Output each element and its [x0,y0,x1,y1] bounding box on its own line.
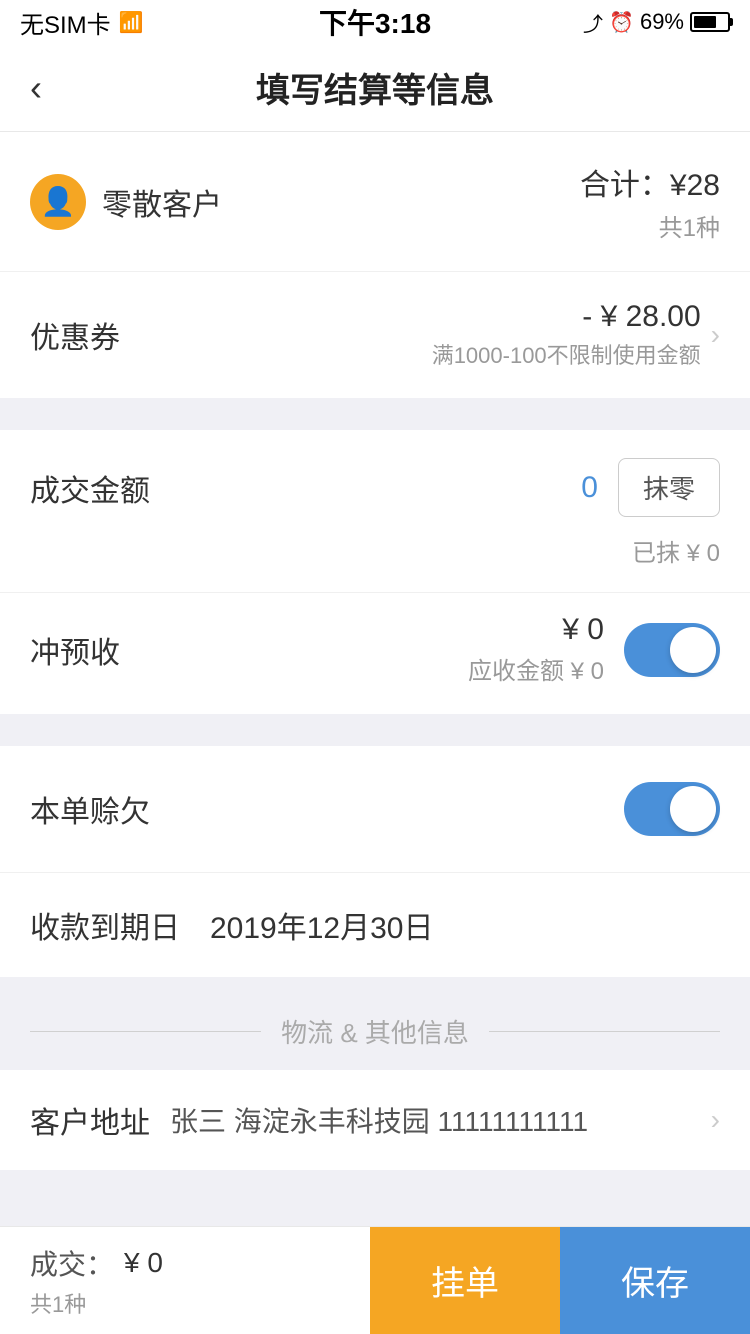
wifi-icon: 📶 [119,10,144,35]
customer-right: 合计：¥28 共1种 [580,160,720,243]
status-time: 下午3:18 [319,2,431,42]
back-button[interactable]: ‹ [30,57,52,119]
tx-label: 成交金额 [30,466,150,510]
advance-value: ¥ 0 [468,613,604,647]
bottom-deal: 成交： ¥ 0 [30,1243,340,1283]
advance-amounts: ¥ 0 应收金额 ¥ 0 [468,613,604,686]
coupon-amount-block: - ¥ 28.00 满1000-100不限制使用金额 [432,300,701,370]
coupon-row[interactable]: 优惠券 - ¥ 28.00 满1000-100不限制使用金额 › [0,271,750,398]
address-value: 张三 海淀永丰科技园 11111111111 [170,1100,711,1140]
transaction-section: 成交金额 0 抹零 已抹 ¥ 0 冲预收 ¥ 0 应收金额 ¥ 0 [0,430,750,714]
customer-left: 👤 零散客户 [30,174,222,230]
status-right: ⤴ ⏰ 69% [583,8,730,37]
bottom-count: 共1种 [30,1287,340,1319]
coupon-right: - ¥ 28.00 满1000-100不限制使用金额 › [432,300,720,370]
tx-amount-value[interactable]: 0 [581,471,598,505]
status-left: 无SIM卡 📶 [20,5,144,40]
coupon-label: 优惠券 [30,313,120,357]
coupon-chevron-icon: › [711,319,720,351]
alarm-icon: ⏰ [609,10,634,35]
due-date-label: 收款到期日 [30,903,180,947]
toggle-knob [670,627,716,673]
nav-title: 填写结算等信息 [256,63,494,112]
due-date-row: 收款到期日 2019年12月30日 [0,872,750,977]
customer-section: 👤 零散客户 合计：¥28 共1种 优惠券 - ¥ 28.00 满1000-10… [0,132,750,398]
save-button[interactable]: 保存 [560,1227,750,1334]
debt-label: 本单赊欠 [30,787,150,831]
address-chevron-icon: › [711,1104,720,1136]
debt-toggle-knob [670,786,716,832]
round-button[interactable]: 抹零 [618,458,720,517]
due-date-value: 2019年12月30日 [210,903,433,947]
advance-row: 冲预收 ¥ 0 应收金额 ¥ 0 [0,592,750,714]
avatar: 👤 [30,174,86,230]
avatar-icon: 👤 [41,185,76,218]
total-amount: 合计：¥28 [580,160,720,204]
location-icon: ⤴ [583,8,603,37]
bottom-deal-label: 成交： [30,1243,114,1283]
debt-section: 本单赊欠 收款到期日 2019年12月30日 [0,746,750,977]
gray-divider-1 [0,414,750,430]
debt-row: 本单赊欠 [0,746,750,872]
advance-label: 冲预收 [30,628,120,672]
coupon-desc: 满1000-100不限制使用金额 [432,338,701,370]
gray-divider-2 [0,730,750,746]
customer-row: 👤 零散客户 合计：¥28 共1种 [0,132,750,271]
bottom-info: 成交： ¥ 0 共1种 [0,1243,370,1319]
advance-toggle[interactable] [624,623,720,677]
total-count: 共1种 [580,208,720,243]
logistics-divider: 物流 & 其他信息 [0,993,750,1070]
customer-name: 零散客户 [102,180,222,224]
tx-sub-label: 已抹 ¥ 0 [0,533,750,592]
pending-button[interactable]: 挂单 [370,1227,560,1334]
address-label: 客户地址 [30,1098,150,1142]
status-bar: 无SIM卡 📶 下午3:18 ⤴ ⏰ 69% [0,0,750,44]
address-section: 客户地址 张三 海淀永丰科技园 11111111111 › [0,1070,750,1170]
divider-line-right [489,1031,720,1032]
divider-line-left [30,1031,261,1032]
bottom-deal-value: ¥ 0 [124,1247,163,1279]
address-row[interactable]: 客户地址 张三 海淀永丰科技园 11111111111 › [0,1070,750,1170]
advance-right: ¥ 0 应收金额 ¥ 0 [468,613,720,686]
bottom-bar: 成交： ¥ 0 共1种 挂单 保存 [0,1226,750,1334]
tx-row: 成交金额 0 抹零 [0,430,750,533]
battery-label: 69% [640,9,684,35]
sim-label: 无SIM卡 [20,5,111,40]
nav-bar: ‹ 填写结算等信息 [0,44,750,132]
coupon-amount: - ¥ 28.00 [432,300,701,334]
advance-sub: 应收金额 ¥ 0 [468,651,604,686]
tx-right: 0 抹零 [581,458,720,517]
logistics-label: 物流 & 其他信息 [281,1013,469,1050]
debt-toggle[interactable] [624,782,720,836]
battery-indicator [690,12,730,32]
